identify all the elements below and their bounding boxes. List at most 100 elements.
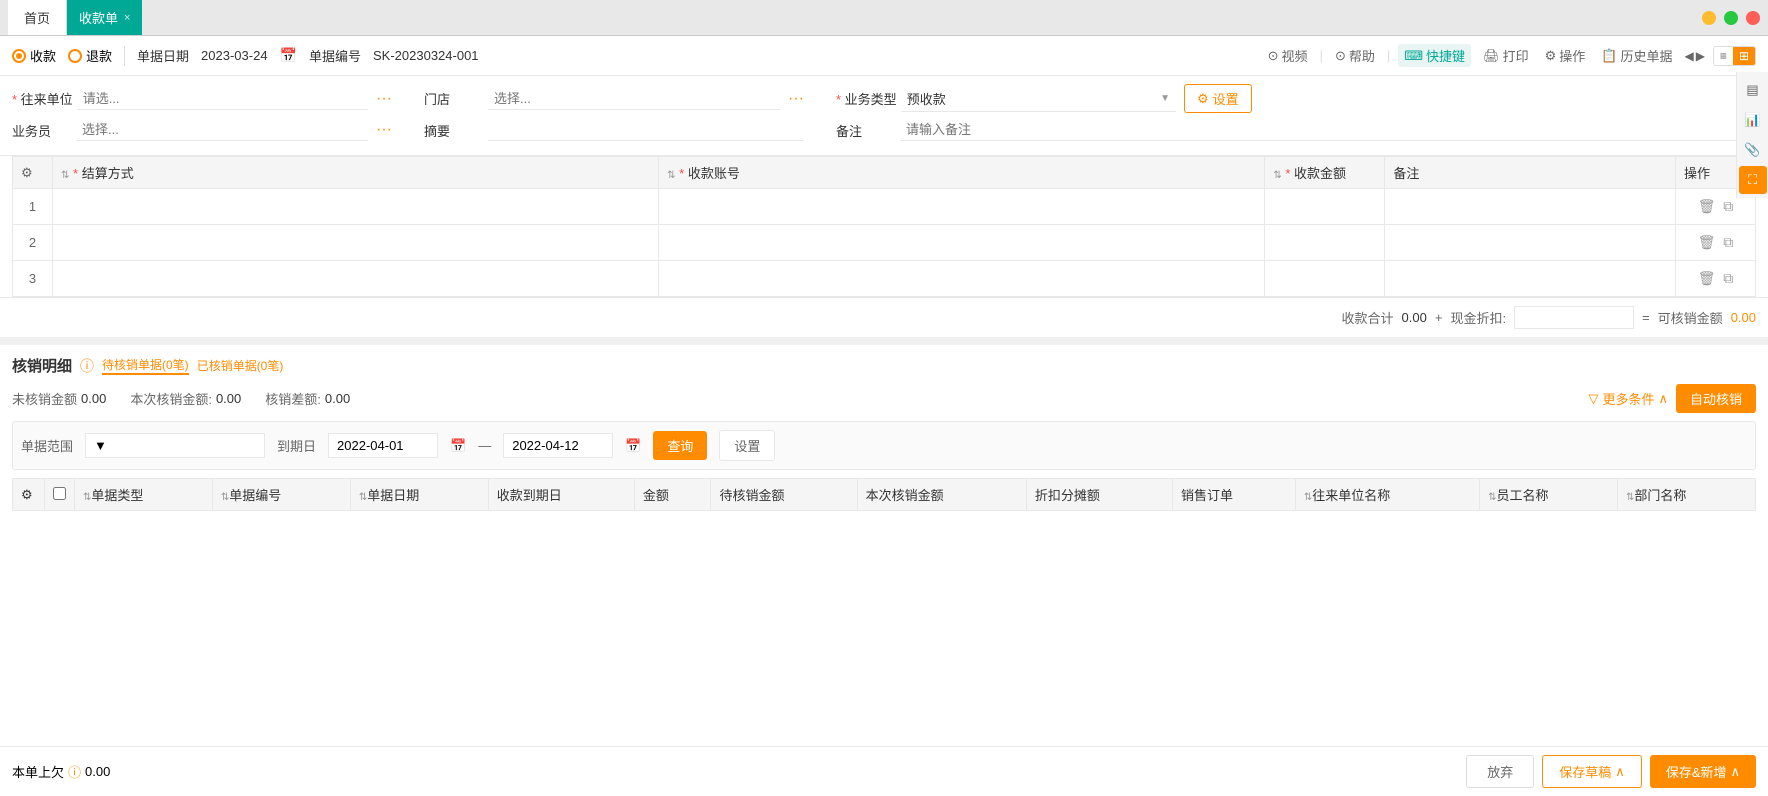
select-all-checkbox[interactable] [53,487,66,500]
gear-header[interactable]: ⚙ [13,157,53,189]
settings-button[interactable]: ⚙ 设置 [1184,84,1252,113]
counterparty-more-icon[interactable]: ··· [376,90,392,108]
operation-btn[interactable]: ⚙ 操作 [1541,44,1590,67]
row-3-remark[interactable] [1385,261,1676,297]
calendar-to-icon[interactable]: 📅 [625,438,641,454]
range-select[interactable]: ▼ [85,433,265,458]
doc-number: SK-20230324-001 [373,48,479,63]
row-2-delete-icon[interactable]: 🗑 [1698,234,1716,250]
close-button[interactable] [1746,11,1760,25]
calendar-icon[interactable]: 📅 [280,47,297,64]
diff-value: 0.00 [325,391,350,406]
discount-input[interactable] [1514,306,1634,329]
row-3-account[interactable] [659,261,1265,297]
nav-prev-btn[interactable]: ◀ [1684,49,1693,63]
section-divider [0,337,1768,345]
shortcut-btn[interactable]: ⌨ 快捷键 [1398,44,1471,67]
sidebar-chart-icon[interactable]: 📊 [1739,106,1767,134]
store-input[interactable] [488,88,780,110]
right-sidebar: ▤ 📊 📎 ⛶ [1736,72,1768,198]
table-header-row: ⚙ ⇅ 结算方式 ⇅ 收款账号 ⇅ 收款金额 备注 [13,157,1756,189]
row-3-settlement[interactable] [53,261,659,297]
discard-button[interactable]: 放弃 [1466,755,1534,788]
row-3-amount[interactable] [1265,261,1385,297]
bottom-info: 本单上欠 ⓘ 0.00 [12,762,110,781]
current-col-header: 本次核销金额 [857,479,1026,511]
row-1-account[interactable] [659,189,1265,225]
row-1-copy-icon[interactable]: ⧉ [1723,198,1733,214]
store-more-icon[interactable]: ··· [788,90,804,108]
query-button[interactable]: 查询 [653,431,707,460]
row-1-remark[interactable] [1385,189,1676,225]
calendar-from-icon[interactable]: 📅 [450,438,466,454]
bottom-gear-icon[interactable]: ⚙ [21,487,33,502]
operation-label: 操作 [1559,46,1585,65]
radio-refund[interactable]: 退款 [68,46,112,65]
table-area: ⚙ ⇅ 结算方式 ⇅ 收款账号 ⇅ 收款金额 备注 [0,156,1768,297]
staff-more-icon[interactable]: ··· [376,121,392,139]
row-1-amount[interactable] [1265,189,1385,225]
tab-home[interactable]: 首页 [8,0,67,35]
history-btn[interactable]: 📋 历史单据 [1597,44,1676,67]
table-gear-icon[interactable]: ⚙ [21,165,33,180]
tab-close-icon[interactable]: × [124,12,130,24]
row-2-account[interactable] [659,225,1265,261]
print-btn[interactable]: 🖨 打印 [1479,44,1533,67]
staff-input[interactable] [76,119,368,141]
type-header-label: 单据类型 [91,488,143,503]
tab-receipt[interactable]: 收款单 × [67,0,142,35]
verification-info-icon[interactable]: ⓘ [80,356,94,376]
maximize-button[interactable] [1724,11,1738,25]
row-1-delete-icon[interactable]: 🗑 [1698,198,1716,214]
help-icon: ⊙ [1335,48,1346,64]
row-1-settlement[interactable] [53,189,659,225]
radio-receipt[interactable]: 收款 [12,46,56,65]
help-btn[interactable]: ⊙ 帮助 [1331,44,1379,67]
remark-input[interactable] [900,119,1756,141]
filter-settings-button[interactable]: 设置 [719,430,775,461]
auto-verify-button[interactable]: 自动核销 [1676,384,1756,413]
shortcut-label: 快捷键 [1426,46,1465,65]
row-3-copy-icon[interactable]: ⧉ [1723,270,1733,286]
view-grid-btn[interactable]: ⊞ [1733,47,1755,65]
staff-label: 业务员 [12,121,72,140]
sidebar-table-icon[interactable]: ▤ [1739,76,1767,104]
help-label: 帮助 [1349,46,1375,65]
view-list-btn[interactable]: ≡ [1714,47,1733,65]
row-3-delete-icon[interactable]: 🗑 [1698,270,1716,286]
draft-button[interactable]: 保存草稿 ∧ [1542,755,1642,788]
pending-col-header: 待核销金额 [711,479,857,511]
verification-table: ⚙ ⇅单据类型 ⇅单据编号 ⇅单据日期 收款到期日 金额 待核销金额 本次核销金… [12,478,1756,511]
due-date-header-label: 收款到期日 [497,488,562,503]
sidebar-clip-icon[interactable]: 📎 [1739,136,1767,164]
diff-label: 核销差额: [265,389,321,408]
business-type-select[interactable]: 预收款 ▼ [901,86,1176,112]
minimize-button[interactable] [1702,11,1716,25]
date-to-input[interactable] [503,433,613,458]
bottom-table-container[interactable]: ⚙ ⇅单据类型 ⇅单据编号 ⇅单据日期 收款到期日 金额 待核销金额 本次核销金… [12,478,1756,736]
summary-input[interactable] [488,119,804,141]
checkbox-col-header[interactable] [45,479,75,511]
row-2-remark[interactable] [1385,225,1676,261]
gear-col-header[interactable]: ⚙ [13,479,45,511]
video-btn[interactable]: ⊙ 视频 [1264,44,1312,67]
row-2-copy-icon[interactable]: ⧉ [1723,234,1733,250]
save-button[interactable]: 保存&新增 ∧ [1650,755,1756,788]
store-label: 门店 [424,89,484,108]
filter-row: 单据范围 ▼ 到期日 📅 — 📅 查询 设置 [12,421,1756,470]
counterparty-input[interactable] [77,88,368,110]
completed-tab[interactable]: 已核销单据(0笔) [197,357,284,374]
discount-header-label: 折扣分摊额 [1035,488,1100,503]
pending-tab[interactable]: 待核销单据(0笔) [102,356,189,375]
settings-label: 设置 [1213,89,1239,108]
sidebar-screen-icon[interactable]: ⛶ [1739,166,1767,194]
row-2-amount[interactable] [1265,225,1385,261]
equals-sign: = [1642,310,1650,325]
date-header-label: 单据日期 [367,488,419,503]
row-2-settlement[interactable] [53,225,659,261]
nav-next-btn[interactable]: ▶ [1696,49,1705,63]
tab-receipt-label: 收款单 [79,8,118,27]
more-conditions-btn[interactable]: ▽ 更多条件 ∧ [1588,389,1668,408]
date-from-input[interactable] [328,433,438,458]
due-date-col-header: 收款到期日 [488,479,634,511]
